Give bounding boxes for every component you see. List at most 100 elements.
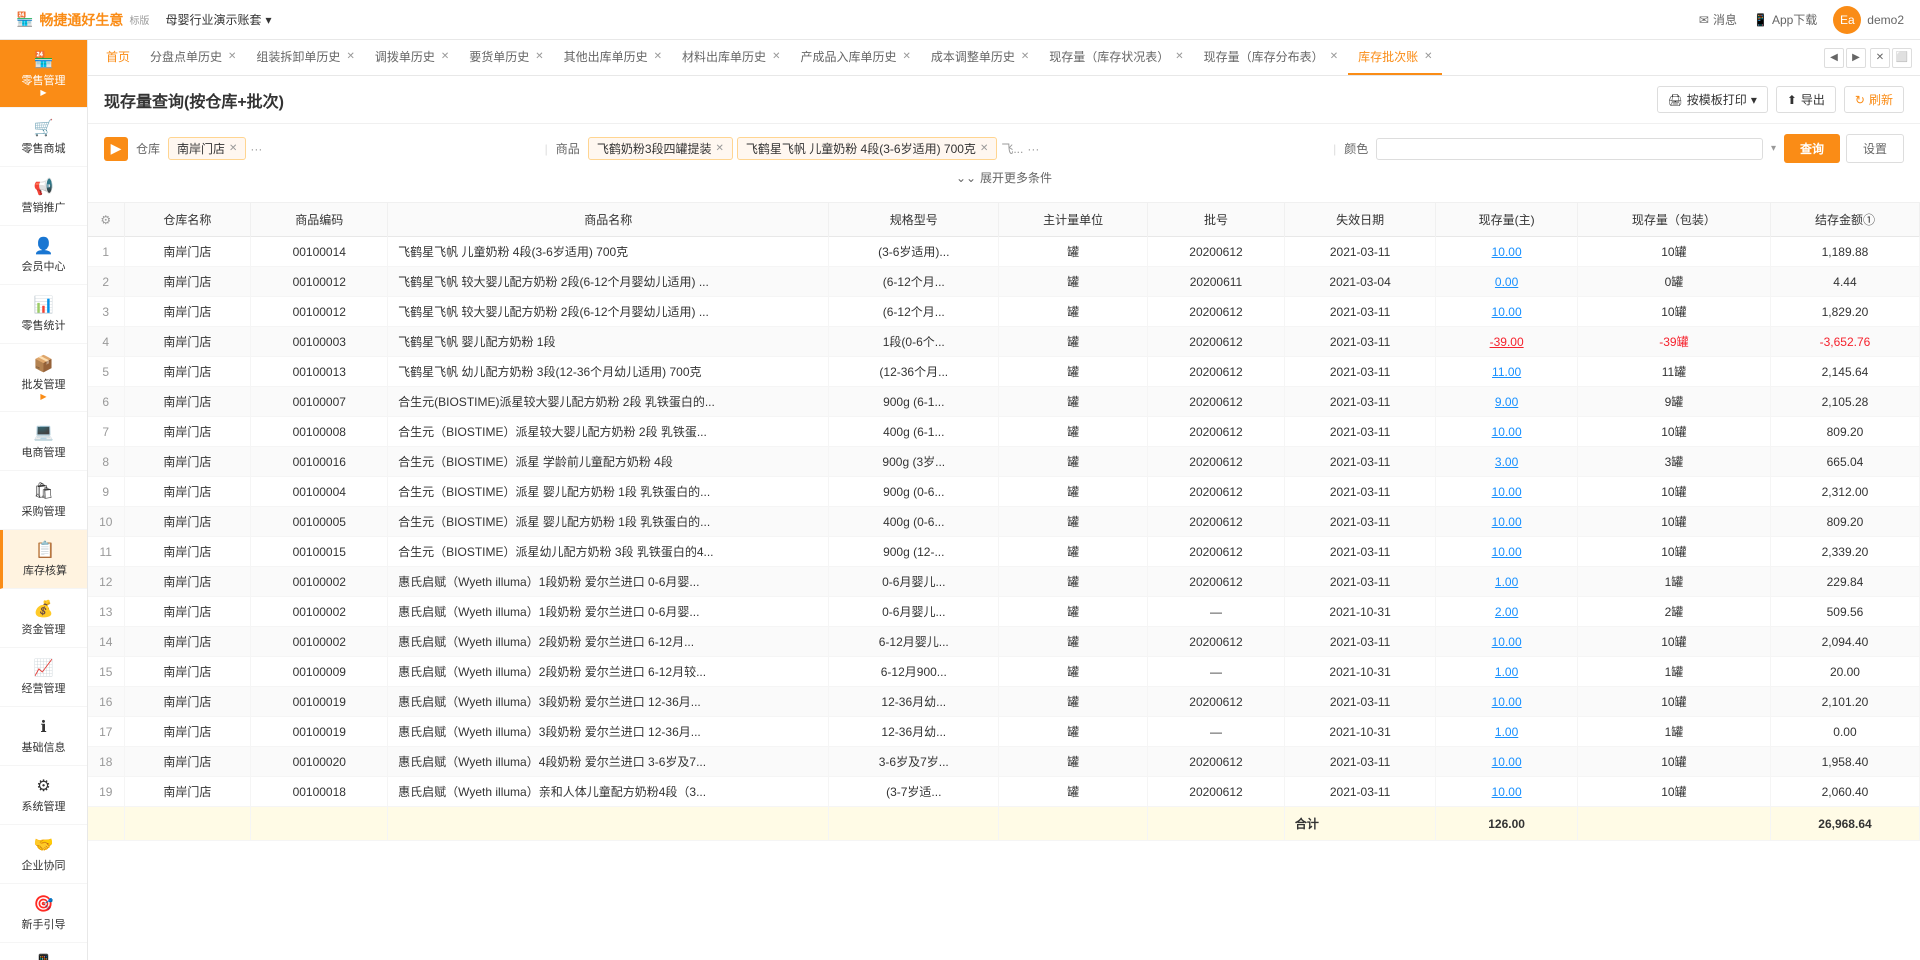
row-qty-main[interactable]: 10.00 (1436, 417, 1578, 447)
message-icon: ✉ (1699, 13, 1709, 27)
print-button[interactable]: 🖨 按模板打印 ▾ (1657, 86, 1768, 113)
sidebar-item-wholesale[interactable]: 📦 批发管理 ▶ (0, 344, 87, 412)
tab-home[interactable]: 首页 (96, 40, 140, 75)
tab-close-8[interactable]: ✕ (1021, 51, 1029, 62)
row-qty-main[interactable]: 10.00 (1436, 777, 1578, 807)
tab-disassembly[interactable]: 组装拆卸单历史 ✕ (246, 40, 364, 75)
account-dropdown[interactable]: 母婴行业演示账套 ▾ (165, 11, 271, 28)
user-menu[interactable]: Ea demo2 (1833, 6, 1904, 34)
sidebar-item-operations[interactable]: 📈 经营管理 (0, 648, 87, 707)
row-qty-main[interactable]: 1.00 (1436, 567, 1578, 597)
message-button[interactable]: ✉ 消息 (1699, 11, 1737, 28)
nav-close-all-btn[interactable]: ✕ (1870, 48, 1890, 68)
row-qty-pkg: 11罐 (1577, 357, 1770, 387)
tab-close-3[interactable]: ✕ (441, 51, 449, 62)
tab-close-11[interactable]: ✕ (1424, 51, 1432, 62)
row-qty-main[interactable]: 10.00 (1436, 627, 1578, 657)
row-qty-main[interactable]: 10.00 (1436, 237, 1578, 267)
row-qty-main[interactable]: 0.00 (1436, 267, 1578, 297)
col-settings[interactable]: ⚙ (88, 203, 124, 237)
tab-close-2[interactable]: ✕ (346, 51, 354, 62)
tab-transfer[interactable]: 调拨单历史 ✕ (365, 40, 459, 75)
row-qty-main[interactable]: 1.00 (1436, 657, 1578, 687)
tab-cost-adjust[interactable]: 成本调整单历史 ✕ (921, 40, 1039, 75)
refresh-button[interactable]: ↻ 刷新 (1844, 86, 1904, 113)
tab-stock-batch[interactable]: 库存批次账 ✕ (1348, 40, 1442, 75)
filter-expand-button[interactable]: ▶ (104, 137, 128, 161)
row-qty-main[interactable]: 10.00 (1436, 537, 1578, 567)
tab-stock-status[interactable]: 现存量（库存状况表） ✕ (1039, 40, 1193, 75)
sidebar-item-system[interactable]: ⚙ 系统管理 (0, 766, 87, 825)
product-tag-1-close[interactable]: ✕ (716, 143, 724, 154)
footer-empty-4 (388, 807, 829, 841)
row-no: 5 (88, 357, 124, 387)
tab-inventory-check[interactable]: 分盘点单历史 ✕ (140, 40, 246, 75)
sidebar-item-finance[interactable]: 💰 资金管理 (0, 589, 87, 648)
sidebar-item-app-center[interactable]: 📱 应用中心 (0, 943, 87, 960)
color-filter-arrow[interactable]: ▾ (1771, 143, 1776, 154)
nav-prev-btn[interactable]: ◀ (1824, 48, 1844, 68)
row-qty-main[interactable]: 10.00 (1436, 297, 1578, 327)
sidebar-item-purchase[interactable]: 🛍 采购管理 (0, 471, 87, 530)
row-name: 飞鹤星飞帆 幼儿配方奶粉 3段(12-36个月幼儿适用) 700克 (388, 357, 829, 387)
table-row: 12 南岸门店 00100002 惠氏启赋（Wyeth illuma）1段奶粉 … (88, 567, 1920, 597)
product-more-dots[interactable]: ··· (1027, 142, 1039, 156)
tab-close-9[interactable]: ✕ (1175, 51, 1183, 62)
tab-outbound[interactable]: 其他出库单历史 ✕ (554, 40, 672, 75)
tab-close-6[interactable]: ✕ (772, 51, 780, 62)
row-spec: 1段(0-6个... (829, 327, 999, 357)
settings-icon[interactable]: ⚙ (100, 213, 111, 227)
sidebar-item-retail-mall[interactable]: 🛒 零售商城 (0, 108, 87, 167)
sidebar-item-inventory[interactable]: 📋 库存核算 (0, 530, 87, 589)
row-qty-main[interactable]: 10.00 (1436, 687, 1578, 717)
nav-next-btn[interactable]: ▶ (1846, 48, 1866, 68)
sidebar-item-marketing[interactable]: 📢 营销推广 (0, 167, 87, 226)
sidebar-item-guide[interactable]: 🎯 新手引导 (0, 884, 87, 943)
row-code: 00100020 (251, 747, 388, 777)
sidebar-item-enterprise[interactable]: 🤝 企业协同 (0, 825, 87, 884)
nav-maximize-btn[interactable]: ⬜ (1892, 48, 1912, 68)
query-button[interactable]: 查询 (1784, 134, 1840, 163)
row-batch: 20200612 (1148, 297, 1285, 327)
tab-finished-in[interactable]: 产成品入库单历史 ✕ (790, 40, 920, 75)
product-more-text[interactable]: 飞... (1001, 140, 1023, 157)
sidebar-item-basic-info[interactable]: ℹ 基础信息 (0, 707, 87, 766)
sidebar-item-retail-management[interactable]: 🏪 零售管理 ▶ (0, 40, 87, 108)
expand-more-button[interactable]: ⌄⌄ 展开更多条件 (956, 169, 1052, 186)
row-qty-main[interactable]: 10.00 (1436, 477, 1578, 507)
row-qty-main[interactable]: 10.00 (1436, 507, 1578, 537)
sidebar-label-inventory: 库存核算 (9, 562, 81, 578)
settings-button[interactable]: 设置 (1846, 134, 1904, 163)
tab-close-7[interactable]: ✕ (902, 51, 910, 62)
sidebar-item-member[interactable]: 👤 会员中心 (0, 226, 87, 285)
tab-close-4[interactable]: ✕ (535, 51, 543, 62)
tab-finished-in-label: 产成品入库单历史 (800, 48, 896, 65)
row-qty-main[interactable]: 9.00 (1436, 387, 1578, 417)
tab-close-1[interactable]: ✕ (228, 51, 236, 62)
product-tag-1[interactable]: 飞鹤奶粉3段四罐提装 ✕ (588, 137, 733, 160)
sidebar-item-ecommerce[interactable]: 💻 电商管理 (0, 412, 87, 471)
product-tag-2-close[interactable]: ✕ (980, 143, 988, 154)
row-qty-main[interactable]: 1.00 (1436, 717, 1578, 747)
warehouse-more[interactable]: ··· (250, 142, 262, 156)
tab-material-out[interactable]: 材料出库单历史 ✕ (672, 40, 790, 75)
row-qty-main[interactable]: 3.00 (1436, 447, 1578, 477)
warehouse-tag-nannan[interactable]: 南岸门店 ✕ (168, 137, 246, 160)
row-no: 9 (88, 477, 124, 507)
row-qty-main[interactable]: 11.00 (1436, 357, 1578, 387)
tab-close-10[interactable]: ✕ (1330, 51, 1338, 62)
tab-stock-dist[interactable]: 现存量（库存分布表） ✕ (1194, 40, 1348, 75)
row-qty-main[interactable]: 10.00 (1436, 747, 1578, 777)
app-download-button[interactable]: 📱 App下载 (1753, 11, 1817, 28)
warehouse-tag-close[interactable]: ✕ (229, 143, 237, 154)
row-warehouse: 南岸门店 (124, 387, 251, 417)
sidebar-item-retail-stats[interactable]: 📊 零售统计 (0, 285, 87, 344)
export-button[interactable]: ⬆ 导出 (1776, 86, 1836, 113)
row-qty-main[interactable]: -39.00 (1436, 327, 1578, 357)
product-tag-2[interactable]: 飞鹤星飞帆 儿童奶粉 4段(3-6岁适用) 700克 ✕ (737, 137, 997, 160)
tab-close-5[interactable]: ✕ (654, 51, 662, 62)
row-no: 19 (88, 777, 124, 807)
color-filter-input[interactable] (1376, 138, 1763, 160)
row-qty-main[interactable]: 2.00 (1436, 597, 1578, 627)
tab-order[interactable]: 要货单历史 ✕ (459, 40, 553, 75)
